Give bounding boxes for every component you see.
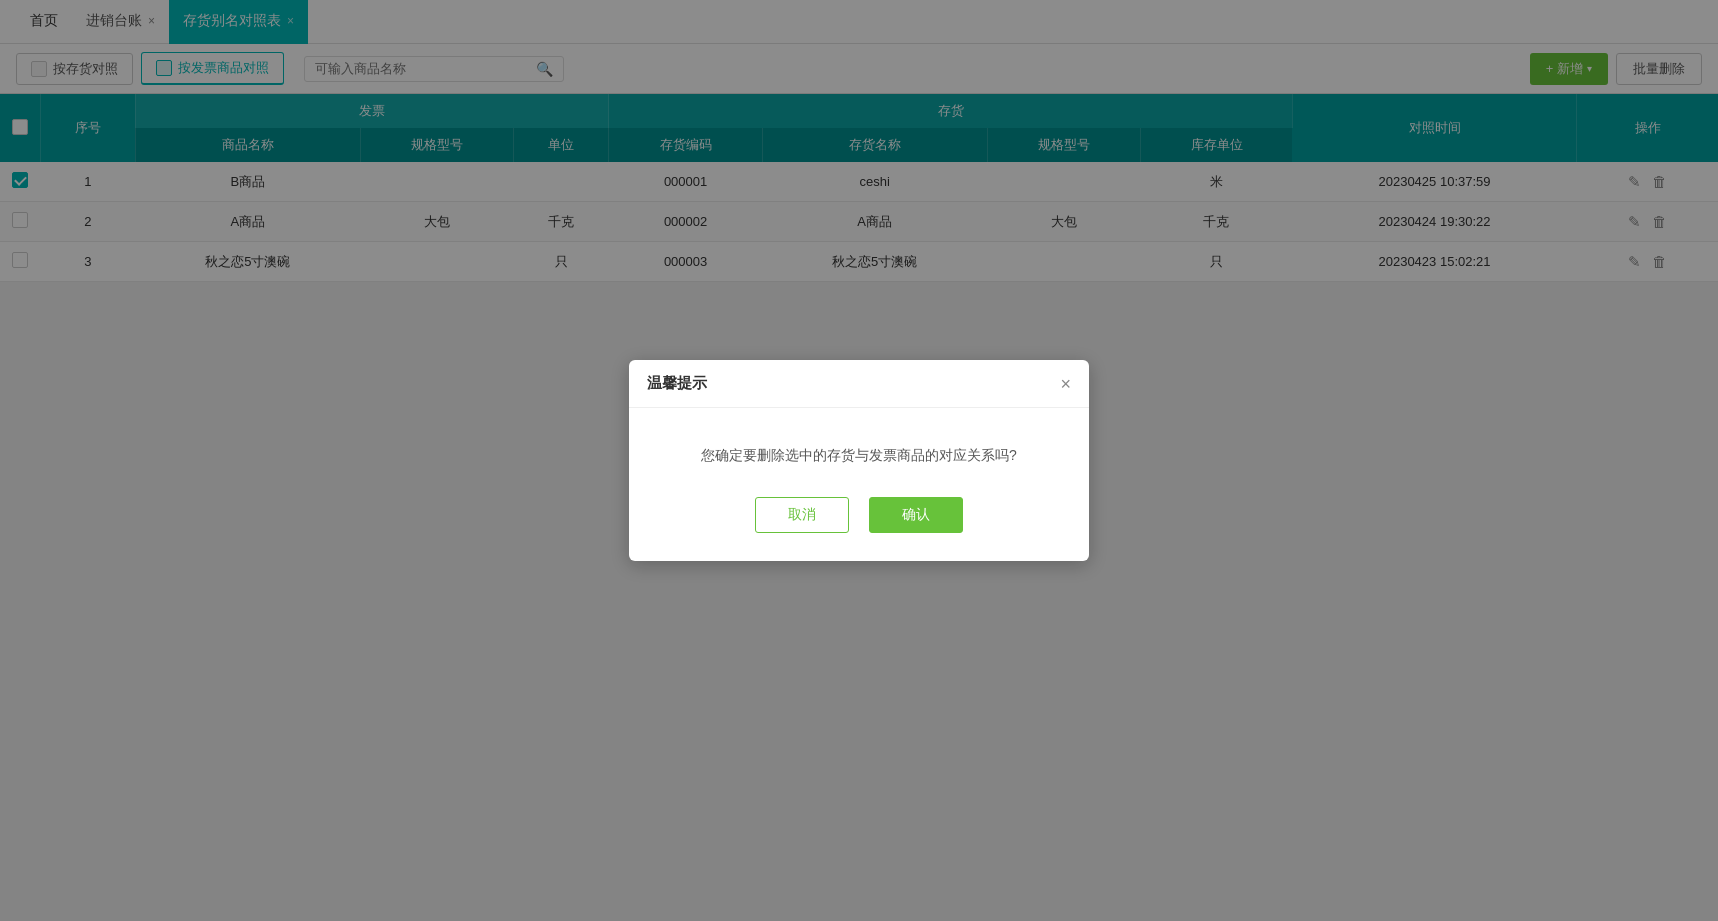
modal-overlay: 温馨提示 × 您确定要删除选中的存货与发票商品的对应关系吗? 取消 确认: [0, 0, 1718, 282]
